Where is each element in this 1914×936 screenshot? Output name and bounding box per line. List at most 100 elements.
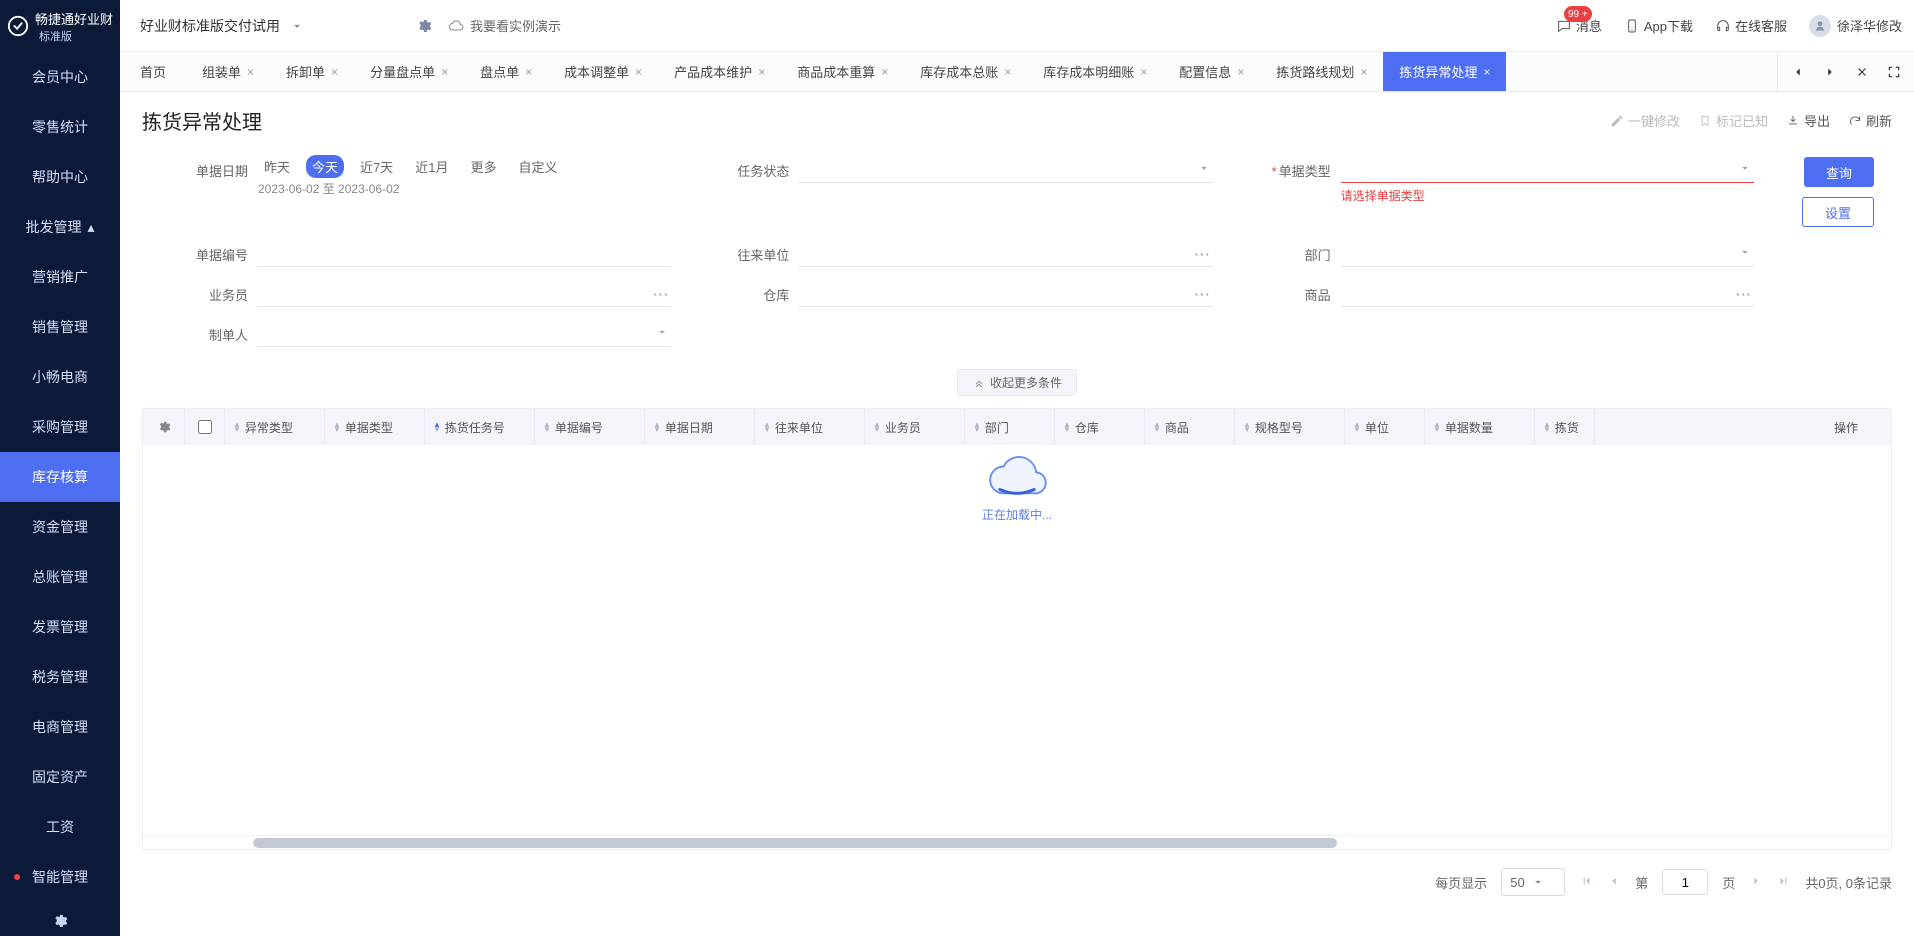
tab-8[interactable]: 库存成本总账× xyxy=(904,52,1027,91)
date-chip-0[interactable]: 昨天 xyxy=(258,155,296,178)
sidebar-item-16[interactable]: 智能管理 xyxy=(0,852,120,902)
date-chip-3[interactable]: 近1月 xyxy=(409,155,454,178)
demo-link[interactable]: 我要看实例演示 xyxy=(448,16,561,35)
more-icon[interactable]: ··· xyxy=(1195,287,1211,302)
product-input[interactable] xyxy=(1341,279,1754,307)
column-header-12[interactable]: ▲▼单据数量 xyxy=(1425,409,1535,445)
sidebar-settings[interactable] xyxy=(0,906,120,936)
tabs-prev[interactable] xyxy=(1784,58,1812,86)
sidebar-item-14[interactable]: 固定资产 xyxy=(0,752,120,802)
date-chip-5[interactable]: 自定义 xyxy=(513,155,564,178)
sidebar-item-12[interactable]: 税务管理 xyxy=(0,652,120,702)
close-tab-icon[interactable]: × xyxy=(758,65,765,79)
column-header-3[interactable]: ▲▼单据编号 xyxy=(535,409,645,445)
close-tab-icon[interactable]: × xyxy=(247,65,254,79)
search-button[interactable]: 查询 xyxy=(1804,157,1874,187)
column-header-1[interactable]: ▲▼单据类型 xyxy=(325,409,425,445)
tab-12[interactable]: 拣货异常处理× xyxy=(1383,52,1506,91)
settings-button[interactable]: 设置 xyxy=(1802,197,1874,227)
date-chip-1[interactable]: 今天 xyxy=(306,155,344,178)
last-page-button[interactable] xyxy=(1777,874,1791,891)
tab-11[interactable]: 拣货路线规划× xyxy=(1260,52,1383,91)
sidebar-item-10[interactable]: 总账管理 xyxy=(0,552,120,602)
salesman-input[interactable] xyxy=(258,279,671,307)
close-tab-icon[interactable]: × xyxy=(525,65,532,79)
tabs-next[interactable] xyxy=(1816,58,1844,86)
tab-1[interactable]: 组装单× xyxy=(186,52,270,91)
more-icon[interactable]: ··· xyxy=(653,287,669,302)
column-header-7[interactable]: ▲▼部门 xyxy=(965,409,1055,445)
sidebar-item-0[interactable]: 会员中心 xyxy=(0,52,120,102)
maker-select[interactable] xyxy=(258,319,671,347)
close-tab-icon[interactable]: × xyxy=(635,65,642,79)
close-tab-icon[interactable]: × xyxy=(441,65,448,79)
sidebar-item-15[interactable]: 工资 xyxy=(0,802,120,852)
tab-3[interactable]: 分量盘点单× xyxy=(354,52,464,91)
sidebar-item-17[interactable]: 经营管理 xyxy=(0,902,120,906)
sidebar-item-6[interactable]: 小畅电商 xyxy=(0,352,120,402)
sidebar-item-9[interactable]: 资金管理 xyxy=(0,502,120,552)
batch-edit-button[interactable]: 一键修改 xyxy=(1610,111,1680,130)
task-status-select[interactable] xyxy=(799,155,1212,183)
close-tab-icon[interactable]: × xyxy=(331,65,338,79)
sidebar-item-13[interactable]: 电商管理 xyxy=(0,702,120,752)
tab-9[interactable]: 库存成本明细账× xyxy=(1027,52,1163,91)
doc-type-select[interactable] xyxy=(1341,155,1754,183)
more-icon[interactable]: ··· xyxy=(1736,287,1752,302)
per-page-select[interactable]: 50 xyxy=(1501,868,1565,896)
horizontal-scrollbar[interactable] xyxy=(143,835,1891,849)
column-header-0[interactable]: ▲▼异常类型 xyxy=(225,409,325,445)
sidebar-item-8[interactable]: 库存核算 xyxy=(0,452,120,502)
date-chip-4[interactable]: 更多 xyxy=(465,155,503,178)
brand-logo[interactable]: 畅捷通好业财 标准版 xyxy=(0,0,120,52)
select-all-checkbox[interactable] xyxy=(198,420,212,434)
tab-7[interactable]: 商品成本重算× xyxy=(781,52,904,91)
partner-input[interactable] xyxy=(799,239,1212,267)
next-page-button[interactable] xyxy=(1749,874,1763,891)
tab-5[interactable]: 成本调整单× xyxy=(548,52,658,91)
table-settings-column[interactable] xyxy=(143,409,185,445)
tab-2[interactable]: 拆卸单× xyxy=(270,52,354,91)
tab-0[interactable]: 首页 xyxy=(120,52,186,91)
column-header-11[interactable]: ▲▼单位 xyxy=(1345,409,1425,445)
column-header-13[interactable]: ▲▼拣货 xyxy=(1535,409,1595,445)
table-select-all-column[interactable] xyxy=(185,409,225,445)
support-button[interactable]: 在线客服 xyxy=(1715,16,1787,35)
close-tab-icon[interactable]: × xyxy=(1004,65,1011,79)
column-header-4[interactable]: ▲▼单据日期 xyxy=(645,409,755,445)
scrollbar-thumb[interactable] xyxy=(253,838,1337,848)
doc-no-input[interactable] xyxy=(258,239,671,267)
close-tab-icon[interactable]: × xyxy=(1483,65,1490,79)
tabs-close-all[interactable] xyxy=(1848,58,1876,86)
close-tab-icon[interactable]: × xyxy=(881,65,888,79)
user-menu[interactable]: 徐泽华修改 xyxy=(1809,15,1902,37)
sidebar-item-11[interactable]: 发票管理 xyxy=(0,602,120,652)
app-download-button[interactable]: App下载 xyxy=(1624,16,1693,35)
sidebar-item-2[interactable]: 帮助中心 xyxy=(0,152,120,202)
column-header-6[interactable]: ▲▼业务员 xyxy=(865,409,965,445)
prev-page-button[interactable] xyxy=(1607,874,1621,891)
sidebar-item-4[interactable]: 营销推广 xyxy=(0,252,120,302)
sidebar-item-3[interactable]: 批发管理▴ xyxy=(0,202,120,252)
close-tab-icon[interactable]: × xyxy=(1140,65,1147,79)
tenant-select[interactable]: 好业财标准版交付试用 xyxy=(140,16,400,36)
more-icon[interactable]: ··· xyxy=(1195,247,1211,262)
column-header-10[interactable]: ▲▼规格型号 xyxy=(1235,409,1345,445)
fullscreen-toggle[interactable] xyxy=(1880,58,1908,86)
export-button[interactable]: 导出 xyxy=(1786,111,1830,130)
tab-10[interactable]: 配置信息× xyxy=(1163,52,1260,91)
tab-6[interactable]: 产品成本维护× xyxy=(658,52,781,91)
tenant-settings-icon[interactable] xyxy=(416,18,432,34)
warehouse-input[interactable] xyxy=(799,279,1212,307)
close-tab-icon[interactable]: × xyxy=(1237,65,1244,79)
column-header-5[interactable]: ▲▼往来单位 xyxy=(755,409,865,445)
close-tab-icon[interactable]: × xyxy=(1360,65,1367,79)
dept-select[interactable] xyxy=(1341,239,1754,267)
tab-4[interactable]: 盘点单× xyxy=(464,52,548,91)
column-header-2[interactable]: ▲▼拣货任务号 xyxy=(425,409,535,445)
refresh-button[interactable]: 刷新 xyxy=(1848,111,1892,130)
column-header-9[interactable]: ▲▼商品 xyxy=(1145,409,1235,445)
collapse-filters-button[interactable]: 收起更多条件 xyxy=(957,369,1077,396)
sidebar-item-7[interactable]: 采购管理 xyxy=(0,402,120,452)
mark-known-button[interactable]: 标记已知 xyxy=(1698,111,1768,130)
